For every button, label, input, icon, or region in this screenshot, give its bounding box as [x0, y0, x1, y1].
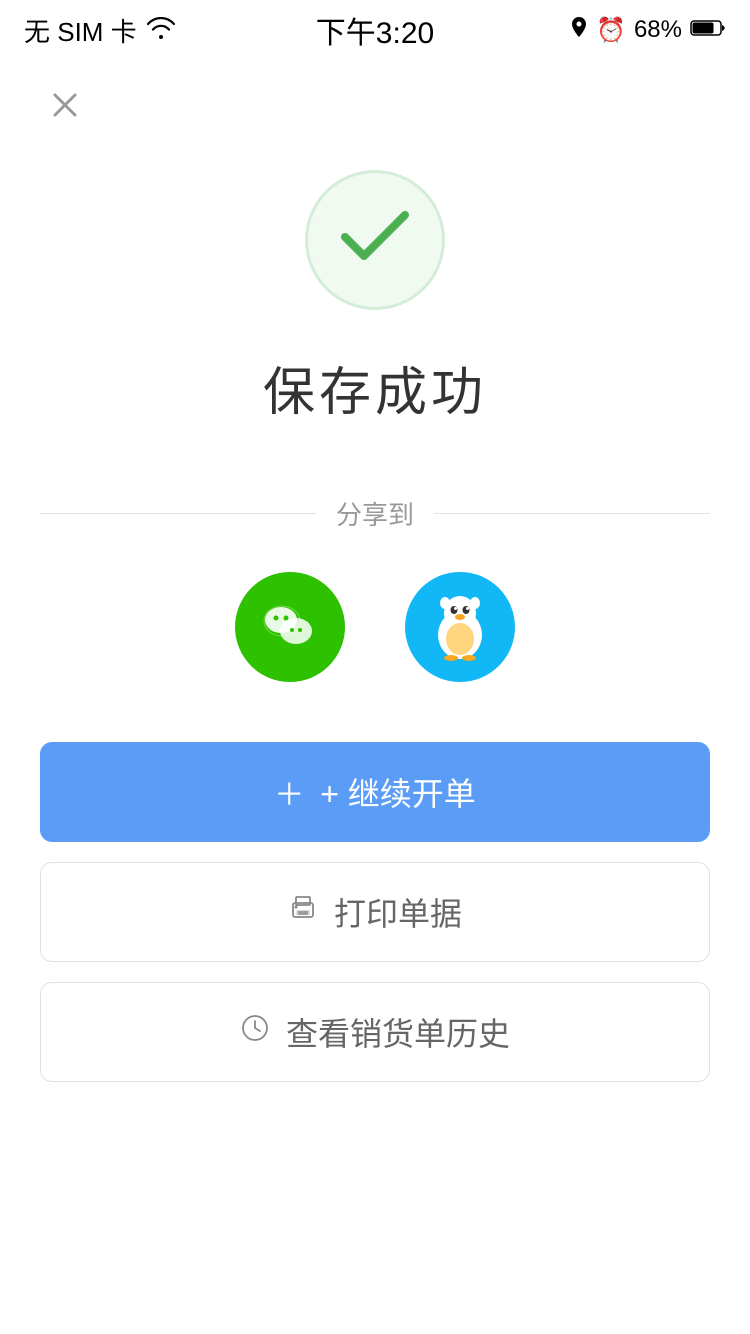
- history-label: 查看销货单历史: [286, 1009, 510, 1055]
- divider-line-left: [40, 513, 316, 514]
- check-icon: [340, 204, 410, 276]
- battery-icon: [690, 16, 726, 44]
- continue-button[interactable]: ＋ + 继续开单: [40, 742, 710, 842]
- continue-label: + 继续开单: [320, 769, 476, 815]
- status-right: ⏰ 68%: [570, 16, 726, 45]
- battery-percentage: 68%: [634, 16, 682, 44]
- success-title: 保存成功: [263, 350, 487, 425]
- qq-share-button[interactable]: [405, 572, 515, 682]
- location-icon: [570, 16, 588, 45]
- success-circle: [305, 170, 445, 310]
- status-bar: 无 SIM 卡 下午3:20 ⏰ 68%: [0, 0, 750, 60]
- close-area: [0, 60, 750, 140]
- print-label: 打印单据: [334, 889, 462, 935]
- status-left: 无 SIM 卡: [24, 12, 175, 49]
- share-label: 分享到: [336, 495, 414, 532]
- print-button[interactable]: 打印单据: [40, 862, 710, 962]
- continue-icon: ＋: [274, 770, 304, 814]
- success-section: 保存成功: [0, 140, 750, 495]
- wechat-share-button[interactable]: [235, 572, 345, 682]
- history-icon: [240, 1013, 270, 1051]
- print-icon: [288, 893, 318, 931]
- action-buttons: ＋ + 继续开单 打印单据 查看销货单历史: [0, 742, 750, 1082]
- share-divider: 分享到: [40, 495, 710, 532]
- share-icons: [40, 572, 710, 682]
- close-button[interactable]: [40, 80, 90, 130]
- alarm-icon: ⏰: [596, 16, 626, 45]
- history-button[interactable]: 查看销货单历史: [40, 982, 710, 1082]
- divider-line-right: [434, 513, 710, 514]
- wifi-icon: [147, 15, 175, 46]
- status-time: 下午3:20: [316, 8, 434, 52]
- share-section: 分享到: [0, 495, 750, 742]
- no-sim-label: 无 SIM 卡: [24, 12, 137, 49]
